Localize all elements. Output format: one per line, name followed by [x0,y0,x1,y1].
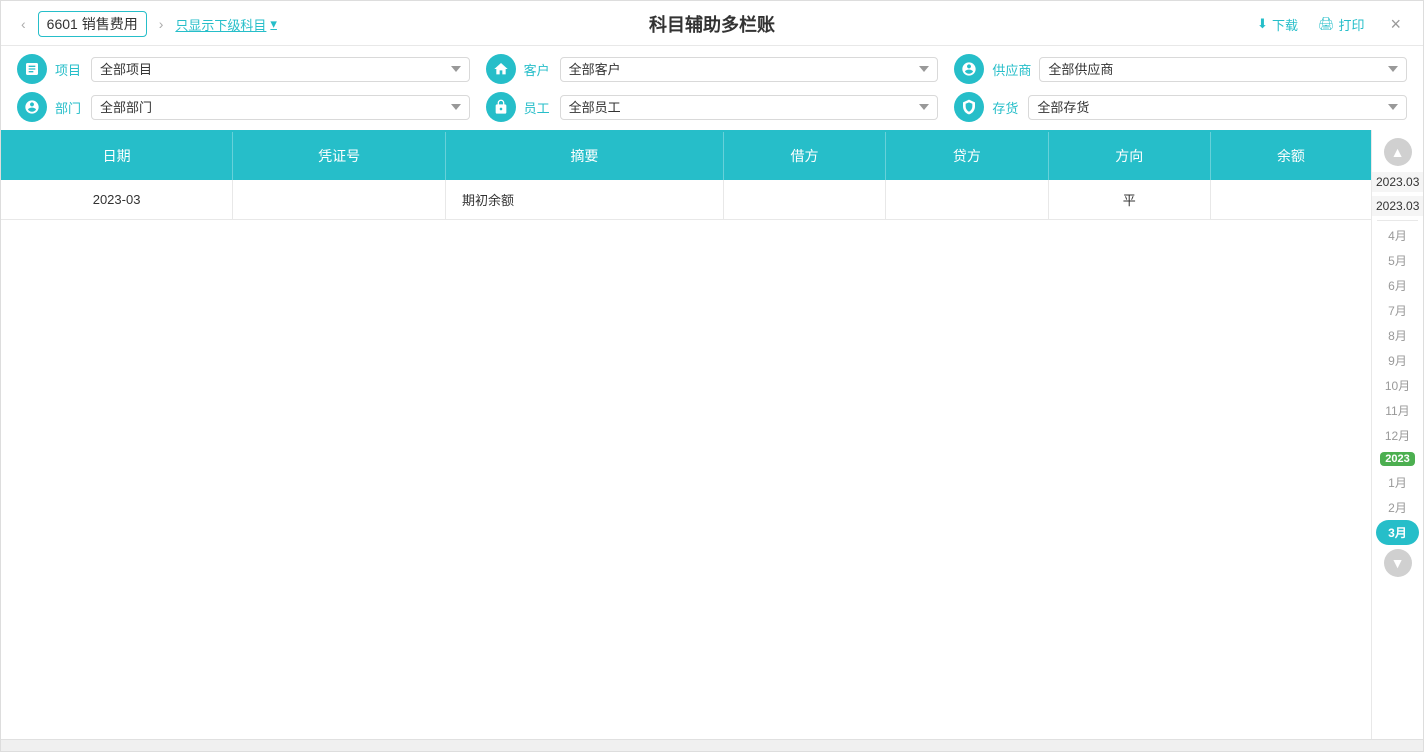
ledger-table: 日期 凭证号 摘要 借方 贷方 方向 余额 2023-03 期初余额 [1,132,1371,220]
main-content: 日期 凭证号 摘要 借方 贷方 方向 余额 2023-03 期初余额 [1,130,1423,739]
supplier-select[interactable]: 全部供应商 [1039,57,1407,82]
col-direction: 方向 [1048,132,1210,180]
col-credit: 贷方 [886,132,1048,180]
year-badge: 2023 [1380,452,1414,466]
department-select[interactable]: 全部部门 [91,95,470,120]
scrollbar-inner [1,740,601,751]
timeline-month-5[interactable]: 5月 [1372,248,1423,273]
col-voucher: 凭证号 [233,132,446,180]
timeline-period-2[interactable]: 2023.03 [1372,196,1423,216]
download-button[interactable]: ⬇ 下载 [1257,15,1298,34]
filter-customer: 客户 全部客户 [486,54,939,84]
cell-direction: 平 [1048,180,1210,220]
print-button[interactable]: 🖨 打印 [1318,15,1365,34]
cell-summary: 期初余额 [446,180,724,220]
supplier-icon [954,54,984,84]
prev-account-button[interactable]: ‹ [17,14,30,34]
filter-project: 项目 全部项目 [17,54,470,84]
year-badge-container: 2023 [1380,448,1414,470]
timeline-down-button[interactable]: ▼ [1384,549,1412,577]
customer-label: 客户 [524,60,552,79]
chevron-up-icon: ▲ [1391,144,1405,160]
page-title: 科目辅助多栏账 [649,11,775,37]
cell-date: 2023-03 [1,180,233,220]
show-sub-select[interactable]: 只显示下级科目 ▾ [175,15,277,34]
cell-voucher [233,180,446,220]
table-row[interactable]: 2023-03 期初余额 平 [1,180,1371,220]
timeline-month-8[interactable]: 8月 [1372,323,1423,348]
title-bar: ‹ 6601 销售费用 › 只显示下级科目 ▾ 科目辅助多栏账 ⬇ 下载 🖨 打… [1,1,1423,46]
account-code-label: 6601 销售费用 [38,11,147,37]
inventory-icon [954,92,984,122]
inventory-select[interactable]: 全部存货 [1028,95,1407,120]
customer-icon [486,54,516,84]
main-window: ‹ 6601 销售费用 › 只显示下级科目 ▾ 科目辅助多栏账 ⬇ 下载 🖨 打… [0,0,1424,752]
col-date: 日期 [1,132,233,180]
print-icon: 🖨 [1318,16,1335,32]
department-label: 部门 [55,98,83,117]
timeline-month-12[interactable]: 12月 [1372,423,1423,448]
project-icon [17,54,47,84]
col-summary: 摘要 [446,132,724,180]
timeline-month-2[interactable]: 2月 [1372,495,1423,520]
timeline-up-button[interactable]: ▲ [1384,138,1412,166]
timeline-month-1[interactable]: 1月 [1372,470,1423,495]
timeline-separator-1 [1377,220,1418,221]
customer-select[interactable]: 全部客户 [560,57,939,82]
print-label: 打印 [1338,15,1364,34]
show-sub-chevron-icon: ▾ [270,16,277,32]
timeline-month-10[interactable]: 10月 [1372,373,1423,398]
timeline-month-3-active[interactable]: 3月 [1376,520,1419,545]
title-actions: ⬇ 下载 🖨 打印 × [1257,12,1407,37]
col-balance: 余额 [1210,132,1371,180]
timeline-month-7[interactable]: 7月 [1372,298,1423,323]
department-icon [17,92,47,122]
filter-employee: 员工 全部员工 [486,92,939,122]
timeline-month-4[interactable]: 4月 [1372,223,1423,248]
employee-icon [486,92,516,122]
filter-department: 部门 全部部门 [17,92,470,122]
timeline-period-1[interactable]: 2023.03 [1372,172,1423,192]
col-debit: 借方 [723,132,885,180]
cell-debit [723,180,885,220]
side-timeline: ▲ 2023.03 2023.03 4月 5月 6月 7月 8月 9月 10月 … [1371,130,1423,739]
download-icon: ⬇ [1257,16,1268,32]
project-label: 项目 [55,60,83,79]
project-select[interactable]: 全部项目 [91,57,470,82]
cell-balance [1210,180,1371,220]
timeline-month-11[interactable]: 11月 [1372,398,1423,423]
title-left: ‹ 6601 销售费用 › 只显示下级科目 ▾ [17,11,277,37]
timeline-month-6[interactable]: 6月 [1372,273,1423,298]
chevron-down-icon: ▼ [1391,555,1405,571]
next-account-button[interactable]: › [155,14,168,34]
filter-bar: 项目 全部项目 客户 全部客户 供应商 全部供应商 [1,46,1423,130]
bottom-scrollbar[interactable] [1,739,1423,751]
cell-credit [886,180,1048,220]
close-button[interactable]: × [1384,12,1407,37]
download-label: 下载 [1272,15,1298,34]
supplier-label: 供应商 [992,60,1031,79]
inventory-label: 存货 [992,98,1020,117]
employee-select[interactable]: 全部员工 [560,95,939,120]
timeline-month-9[interactable]: 9月 [1372,348,1423,373]
employee-label: 员工 [524,98,552,117]
table-area[interactable]: 日期 凭证号 摘要 借方 贷方 方向 余额 2023-03 期初余额 [1,130,1371,739]
show-sub-label: 只显示下级科目 [175,15,266,34]
filter-inventory: 存货 全部存货 [954,92,1407,122]
filter-supplier: 供应商 全部供应商 [954,54,1407,84]
